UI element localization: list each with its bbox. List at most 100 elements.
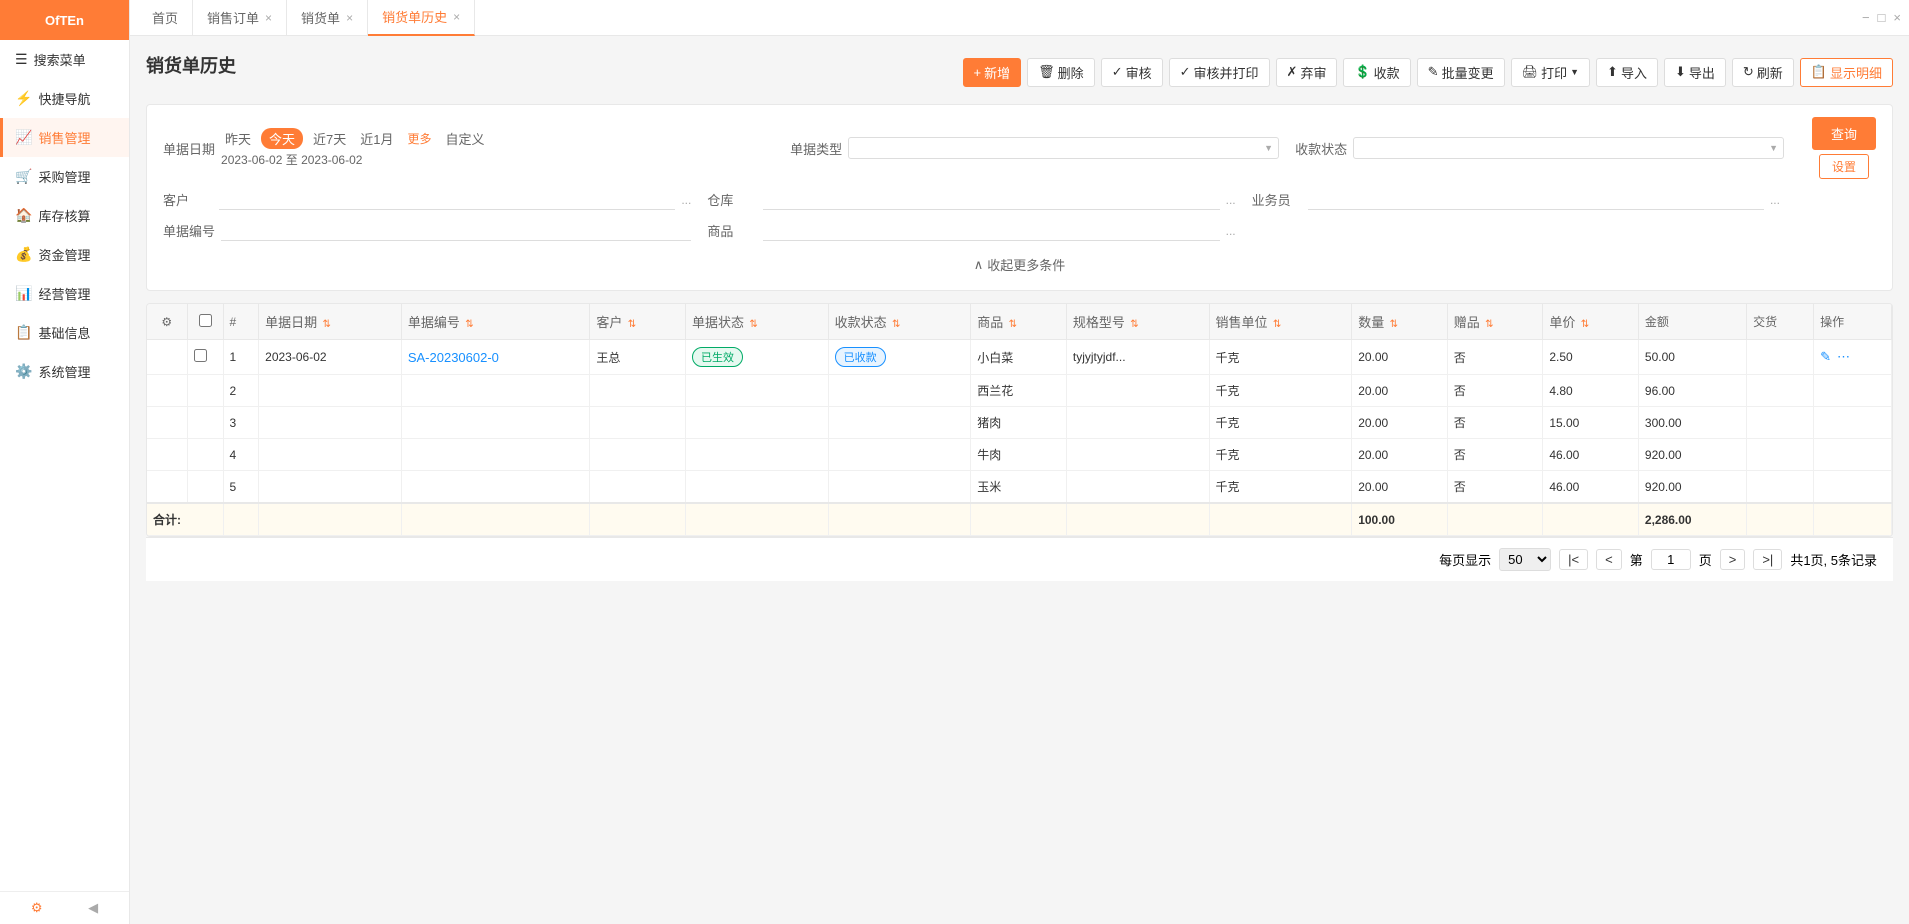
date-btn-custom[interactable]: 自定义 <box>442 128 489 149</box>
tab-sales-order[interactable]: 销售订单 × <box>193 0 287 36</box>
sales-person-dots-button[interactable]: ... <box>1770 193 1780 207</box>
cell-row-no: 2 <box>223 375 259 407</box>
doc-no-input[interactable] <box>221 220 691 241</box>
date-btn-more[interactable]: 更多 <box>404 129 436 148</box>
batch-change-button[interactable]: ✎ 批量变更 <box>1417 58 1505 87</box>
th-spec[interactable]: 规格型号 ⇅ <box>1066 304 1209 340</box>
cell-amount: 920.00 <box>1638 471 1746 504</box>
goods-input[interactable] <box>763 220 1219 241</box>
tab-maximize-icon[interactable]: □ <box>1878 10 1886 25</box>
last-page-button[interactable]: >| <box>1753 549 1782 570</box>
batch-change-icon: ✎ <box>1428 64 1439 80</box>
th-gift[interactable]: 赠品 ⇅ <box>1447 304 1543 340</box>
select-all-checkbox[interactable] <box>199 314 212 327</box>
export-button[interactable]: ⬇ 导出 <box>1664 58 1726 87</box>
th-payment-status[interactable]: 收款状态 ⇅ <box>828 304 971 340</box>
title-toolbar-row: 销货单历史 + 新增 🗑 删除 ✓ 审核 ✓ 审核并打印 <box>146 52 1893 92</box>
goods-dots-button[interactable]: ... <box>1226 224 1236 238</box>
sidebar-item-operations[interactable]: 📊 经营管理 <box>0 274 129 313</box>
row-gear <box>147 375 187 407</box>
tab-close-sales-goods[interactable]: × <box>346 11 353 25</box>
sidebar-item-sys-admin[interactable]: ⚙️ 系统管理 <box>0 352 129 391</box>
per-page-select[interactable]: 50 100 <box>1499 548 1551 571</box>
print-button[interactable]: 🖨 打印 ▼ <box>1511 58 1590 87</box>
cell-transaction <box>1747 407 1814 439</box>
refresh-button[interactable]: ↻ 刷新 <box>1732 58 1794 87</box>
sort-doc-status-icon[interactable]: ⇅ <box>749 319 757 330</box>
sidebar-settings-icon[interactable]: ⚙ <box>31 900 43 916</box>
tab-close-sales-history[interactable]: × <box>453 10 460 24</box>
sidebar-item-purchase-mgmt[interactable]: 🛒 采购管理 <box>0 157 129 196</box>
sidebar-item-quick-nav[interactable]: ⚡ 快捷导航 <box>0 79 129 118</box>
customer-dots-button[interactable]: ... <box>681 193 691 207</box>
show-detail-button[interactable]: 📋 显示明细 <box>1800 58 1893 87</box>
tab-sales-goods[interactable]: 销货单 × <box>287 0 368 36</box>
date-btn-yesterday[interactable]: 昨天 <box>221 128 255 149</box>
delete-button[interactable]: 🗑 删除 <box>1027 58 1095 87</box>
audit-print-button[interactable]: ✓ 审核并打印 <box>1169 58 1270 87</box>
date-btn-1month[interactable]: 近1月 <box>356 128 397 149</box>
import-button[interactable]: ⬆ 导入 <box>1596 58 1658 87</box>
summary-total-amount: 2,286.00 <box>1638 503 1746 536</box>
th-gear[interactable]: ⚙ <box>147 304 187 340</box>
sort-quantity-icon[interactable]: ⇅ <box>1390 319 1398 330</box>
cell-action <box>1814 439 1892 471</box>
doc-type-select[interactable] <box>848 137 1279 159</box>
row-checkbox-input[interactable] <box>194 349 207 362</box>
th-doc-date[interactable]: 单据日期 ⇅ <box>259 304 402 340</box>
doc-no-link[interactable]: SA-20230602-0 <box>408 350 499 365</box>
collapse-button[interactable]: ∧ 收起更多条件 <box>163 251 1876 278</box>
warehouse-input[interactable] <box>763 189 1219 210</box>
page-label-prefix: 第 <box>1630 550 1643 569</box>
sales-person-input[interactable] <box>1308 189 1764 210</box>
cell-amount: 50.00 <box>1638 340 1746 375</box>
tab-minimize-icon[interactable]: − <box>1862 10 1870 25</box>
summary-col-goods <box>971 503 1067 536</box>
th-doc-no[interactable]: 单据编号 ⇅ <box>401 304 590 340</box>
next-page-button[interactable]: > <box>1720 549 1746 570</box>
sort-sales-unit-icon[interactable]: ⇅ <box>1273 319 1281 330</box>
query-button[interactable]: 查询 <box>1812 117 1876 150</box>
prev-page-button[interactable]: < <box>1596 549 1622 570</box>
page-number-input[interactable] <box>1651 549 1691 570</box>
row-more-button[interactable]: ⋯ <box>1837 349 1850 364</box>
th-quantity[interactable]: 数量 ⇅ <box>1352 304 1448 340</box>
collect-button[interactable]: 💲 收款 <box>1343 58 1410 87</box>
tab-home[interactable]: 首页 <box>138 0 193 36</box>
th-unit-price[interactable]: 单价 ⇅ <box>1543 304 1639 340</box>
sidebar-item-finance[interactable]: 💰 资金管理 <box>0 235 129 274</box>
sort-doc-no-icon[interactable]: ⇅ <box>465 319 473 330</box>
sidebar-item-inventory[interactable]: 🏠 库存核算 <box>0 196 129 235</box>
sort-gift-icon[interactable]: ⇅ <box>1485 319 1493 330</box>
th-sales-unit[interactable]: 销售单位 ⇅ <box>1209 304 1352 340</box>
sort-payment-status-icon[interactable]: ⇅ <box>892 319 900 330</box>
sort-customer-icon[interactable]: ⇅ <box>628 319 636 330</box>
tab-sales-history[interactable]: 销货单历史 × <box>368 0 475 36</box>
sidebar-item-basic-info[interactable]: 📋 基础信息 <box>0 313 129 352</box>
warehouse-dots-button[interactable]: ... <box>1226 193 1236 207</box>
sort-goods-icon[interactable]: ⇅ <box>1009 319 1017 330</box>
th-goods[interactable]: 商品 ⇅ <box>971 304 1067 340</box>
sort-spec-icon[interactable]: ⇅ <box>1130 319 1138 330</box>
th-customer[interactable]: 客户 ⇅ <box>590 304 686 340</box>
sidebar-collapse-icon[interactable]: ◀ <box>88 900 98 916</box>
summary-col-transaction <box>1747 503 1814 536</box>
add-button[interactable]: + 新增 <box>963 58 1022 87</box>
customer-input[interactable] <box>219 189 675 210</box>
audit-button[interactable]: ✓ 审核 <box>1101 58 1163 87</box>
payment-status-select[interactable] <box>1353 137 1784 159</box>
date-btn-7days[interactable]: 近7天 <box>309 128 350 149</box>
sidebar-item-sales-mgmt[interactable]: 📈 销售管理 <box>0 118 129 157</box>
setting-button[interactable]: 设置 <box>1819 154 1869 179</box>
th-doc-status[interactable]: 单据状态 ⇅ <box>685 304 828 340</box>
add-icon: + <box>974 65 982 80</box>
row-edit-button[interactable]: ✎ <box>1820 349 1831 364</box>
tab-close-all-icon[interactable]: × <box>1893 10 1901 25</box>
sort-doc-date-icon[interactable]: ⇅ <box>323 319 331 330</box>
sort-unit-price-icon[interactable]: ⇅ <box>1581 319 1589 330</box>
first-page-button[interactable]: |< <box>1559 549 1588 570</box>
tab-close-sales-order[interactable]: × <box>265 11 272 25</box>
sidebar-item-search-menu[interactable]: ☰ 搜索菜单 <box>0 40 129 79</box>
date-btn-today[interactable]: 今天 <box>261 128 303 149</box>
abandon-button[interactable]: ✗ 弃审 <box>1276 58 1338 87</box>
